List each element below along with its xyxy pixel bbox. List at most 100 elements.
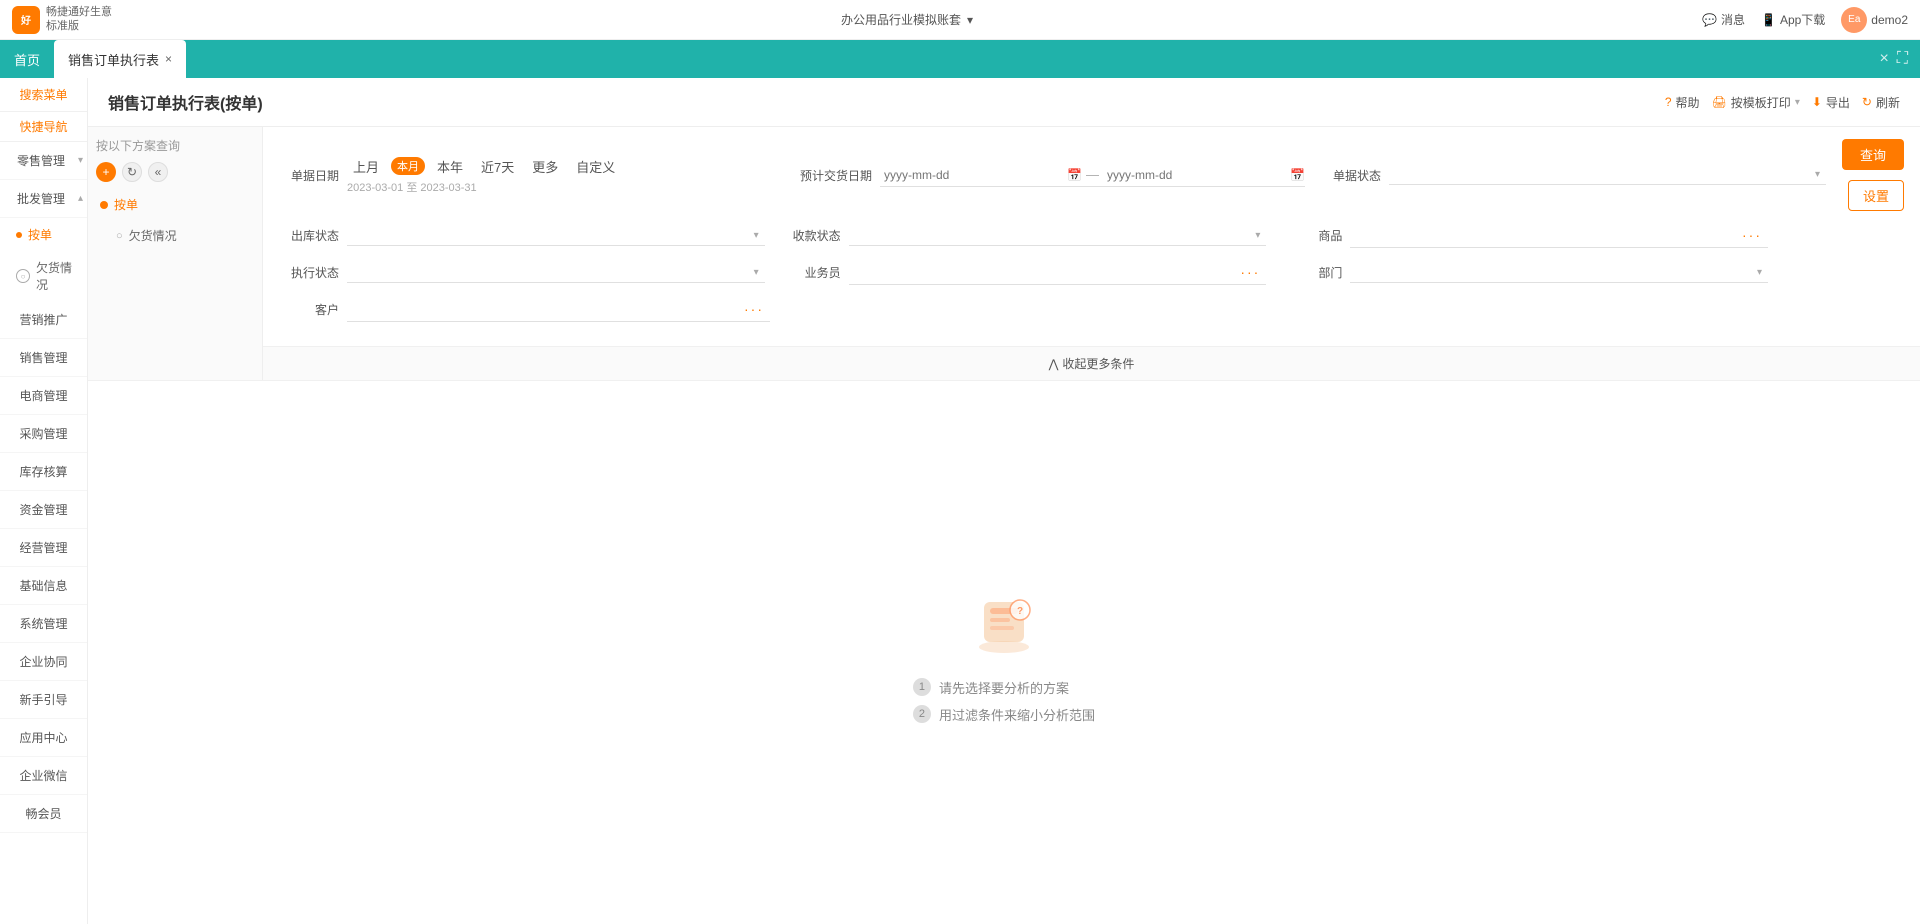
scheme-sub-item-shortage[interactable]: ○ 欠货情况 [112,223,250,248]
date-btn-custom[interactable]: 自定义 [570,156,621,177]
export-icon: ⬇ [1812,95,1822,109]
sidebar-item-wechat[interactable]: 企业微信 [0,757,87,795]
collapse-scheme-button[interactable]: « [148,162,168,182]
calendar-start-icon[interactable]: 📅 [1067,168,1082,182]
sidebar-item-inventory[interactable]: 库存核算 [0,453,87,491]
delivery-date-end[interactable] [1103,164,1286,186]
execution-status-select[interactable]: ▾ [347,263,765,283]
filter-line-3: 执行状态 ▾ 业务员 ··· [279,260,1904,285]
goods-input-area[interactable]: ··· [1350,223,1768,248]
filter-line-1: 单据日期 上月 本月 本年 近7天 更多 自定义 [279,139,1904,211]
filter-main: 单据日期 上月 本月 本年 近7天 更多 自定义 [263,127,1920,346]
department-label: 部门 [1282,264,1342,281]
sidebar-search[interactable]: 搜索菜单 [0,78,87,112]
date-btn-more[interactable]: 更多 [526,156,564,177]
app-download-button[interactable]: 📱 App下载 [1761,11,1825,28]
delivery-date-label: 预计交货日期 [800,167,872,184]
sidebar-item-basic-info[interactable]: 基础信息 [0,567,87,605]
filter-execution-status-field: 执行状态 ▾ [279,263,765,283]
department-select[interactable]: ▾ [1350,263,1768,283]
sidebar-sub-item-shortage[interactable]: ○ 欠货情况 [0,251,87,301]
sidebar-sub-item-by-order[interactable]: 按单 [0,218,87,251]
filter-area: 按以下方案查询 + ↻ « [88,127,1920,381]
date-picker-wrapper: 上月 本月 本年 近7天 更多 自定义 2023-03-01 至 2023-03… [347,156,784,195]
bill-status-select[interactable]: ▾ [1389,165,1826,185]
sidebar-item-collaboration[interactable]: 企业协同 [0,643,87,681]
refresh-icon: ↻ [1862,95,1872,109]
date-btn-this-month[interactable]: 本月 [391,157,425,175]
filter-line-4: 客户 ··· [279,297,1904,322]
salesperson-label: 业务员 [781,264,841,281]
goods-dots-icon[interactable]: ··· [1742,227,1762,243]
top-bar: 好 畅捷通好生意 标准版 办公用品行业模拟账套 ▾ 💬 消息 📱 App下载 E… [0,0,1920,40]
active-dot-icon [16,232,22,238]
sidebar-item-retail[interactable]: 零售管理 ▾ [0,142,87,180]
customer-input-area[interactable]: ··· [347,297,770,322]
scheme-item-by-order[interactable]: 按单 [96,190,254,219]
empty-tips: 1 请先选择要分析的方案 2 用过滤条件来缩小分析范围 [913,678,1095,724]
filter-goods-field: 商品 ··· [1282,223,1768,248]
filter-payment-status-field: 收款状态 ▾ [781,226,1267,246]
tab-home[interactable]: 首页 [0,40,54,78]
date-sep: — [1086,167,1099,182]
delivery-status-select[interactable]: ▾ [347,226,765,246]
date-btn-last-month[interactable]: 上月 [347,156,385,177]
export-action[interactable]: ⬇ 导出 [1812,94,1850,111]
empty-tip-1: 1 请先选择要分析的方案 [913,678,1095,697]
print-action[interactable]: 🖨 按模板打印 ▾ [1712,94,1800,111]
date-btn-this-year[interactable]: 本年 [431,156,469,177]
sidebar-item-sales[interactable]: 销售管理 [0,339,87,377]
sidebar-item-purchase[interactable]: 采购管理 [0,415,87,453]
sidebar-sub-wholesale: 按单 ○ 欠货情况 [0,218,87,301]
collapse-more-conditions[interactable]: ⋀ 收起更多条件 [263,346,1920,380]
collapse-icon: « [155,165,162,179]
tab-close-icon[interactable]: × [165,52,172,66]
add-scheme-button[interactable]: + [96,162,116,182]
salesperson-dots-icon[interactable]: ··· [1240,264,1260,280]
filter-action-buttons: 查询 设置 [1842,139,1904,211]
sidebar-item-apps[interactable]: 应用中心 [0,719,87,757]
date-btn-7days[interactable]: 近7天 [475,156,520,177]
sidebar-item-ecommerce[interactable]: 电商管理 [0,377,87,415]
print-arrow-icon: ▾ [1795,97,1800,108]
customer-dots-icon[interactable]: ··· [744,301,764,317]
sidebar-item-wholesale[interactable]: 批发管理 ▴ [0,180,87,218]
sidebar-item-system[interactable]: 系统管理 [0,605,87,643]
sidebar-item-finance[interactable]: 资金管理 [0,491,87,529]
delivery-date-start[interactable] [880,164,1063,186]
tab-maximize-icon[interactable]: ⛶ [1897,50,1908,68]
set-button[interactable]: 设置 [1848,180,1904,211]
tab-sales-order[interactable]: 销售订单执行表 × [54,40,186,78]
payment-status-select[interactable]: ▾ [849,226,1267,246]
salesperson-input-area[interactable]: ··· [849,260,1267,285]
page-title: 销售订单执行表(按单) [108,90,263,126]
sidebar-item-operations[interactable]: 经营管理 [0,529,87,567]
sidebar-item-guide[interactable]: 新手引导 [0,681,87,719]
breadcrumb: 办公用品行业模拟账套 ▾ [841,11,973,28]
tip-num-1: 1 [913,678,931,696]
sidebar-item-members[interactable]: 畅会员 [0,795,87,833]
tab-close-window-icon[interactable]: × [1879,50,1888,68]
goods-label: 商品 [1282,227,1342,244]
breadcrumb-arrow-icon[interactable]: ▾ [967,13,973,27]
app-icon: 📱 [1761,13,1776,27]
sidebar-quick-nav[interactable]: 快捷导航 [0,112,87,142]
tab-bar-actions: × ⛶ [1879,50,1920,68]
help-action[interactable]: ? 帮助 [1665,94,1700,111]
tip-num-2: 2 [913,705,931,723]
refresh-action[interactable]: ↻ 刷新 [1862,94,1900,111]
calendar-end-icon[interactable]: 📅 [1290,168,1305,182]
filter-salesperson-field: 业务员 ··· [781,260,1267,285]
add-icon: + [102,165,109,179]
refresh-scheme-button[interactable]: ↻ [122,162,142,182]
delivery-date-range: 📅 — 📅 [880,164,1305,187]
empty-tip-2: 2 用过滤条件来缩小分析范围 [913,705,1095,724]
message-button[interactable]: 💬 消息 [1702,11,1745,28]
query-button[interactable]: 查询 [1842,139,1904,170]
user-menu[interactable]: Ea demo2 [1841,7,1908,33]
sidebar-item-marketing[interactable]: 营销推广 [0,301,87,339]
main-layout: 搜索菜单 快捷导航 零售管理 ▾ 批发管理 ▴ 按单 ○ 欠货情况 营 [0,78,1920,924]
delivery-status-label: 出库状态 [279,227,339,244]
message-icon: 💬 [1702,13,1717,27]
execution-status-label: 执行状态 [279,264,339,281]
